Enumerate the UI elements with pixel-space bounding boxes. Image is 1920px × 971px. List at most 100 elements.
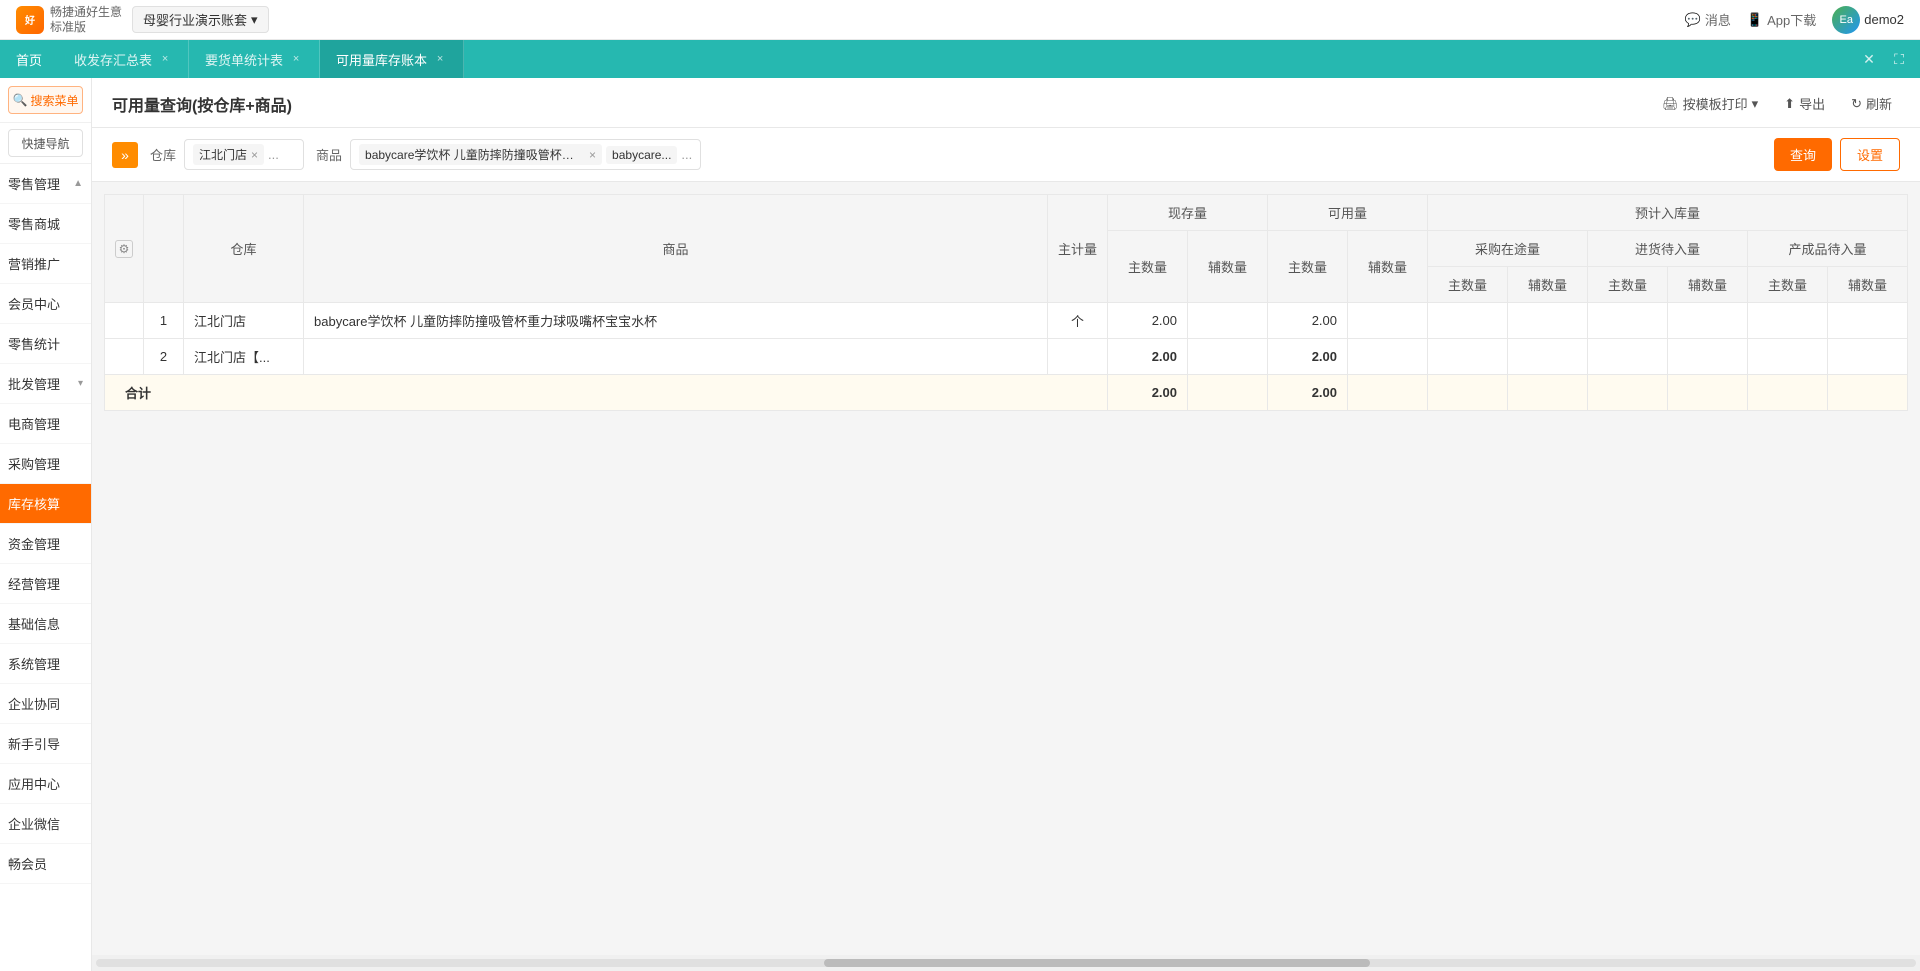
sidebar-item-wholesale[interactable]: 批发管理 ▾ bbox=[0, 364, 91, 404]
remove-warehouse-tag[interactable]: × bbox=[251, 148, 258, 162]
filter-toggle-button[interactable]: » bbox=[112, 142, 138, 168]
main-layout: 🔍 搜索菜单 快捷导航 零售管理 ▲ 零售商城 营销推广 会员中心 零售统计 批… bbox=[0, 78, 1920, 971]
close-tab-1[interactable]: × bbox=[158, 52, 172, 66]
tab-1[interactable]: 收发存汇总表 × bbox=[58, 40, 189, 78]
tab-3[interactable]: 可用量库存账本 × bbox=[320, 40, 464, 78]
sidebar-item-member[interactable]: 会员中心 bbox=[0, 284, 91, 324]
th-planned-inbound: 预计入库量 bbox=[1428, 195, 1908, 231]
row-2-production-aux bbox=[1828, 339, 1908, 375]
tab-2[interactable]: 要货单统计表 × bbox=[189, 40, 320, 78]
sidebar-item-inventory[interactable]: 库存核算 bbox=[0, 484, 91, 524]
scroll-thumb[interactable] bbox=[824, 959, 1370, 967]
total-row: 合计 2.00 2.00 bbox=[105, 375, 1908, 411]
th-available-main-qty: 主数量 bbox=[1268, 231, 1348, 303]
sidebar-item-corp-wechat[interactable]: 企业微信 bbox=[0, 804, 91, 844]
org-selector[interactable]: 母婴行业演示账套 ▾ bbox=[132, 6, 269, 33]
total-current-aux bbox=[1188, 375, 1268, 411]
th-settings: ⚙ bbox=[105, 195, 144, 303]
message-icon: 💬 bbox=[1685, 12, 1701, 28]
th-production-incoming: 产成品待入量 bbox=[1748, 231, 1908, 267]
row-2-purchase-transit-aux bbox=[1508, 339, 1588, 375]
th-available: 可用量 bbox=[1268, 195, 1428, 231]
row-1-purchase-in-main bbox=[1588, 303, 1668, 339]
close-tab-3[interactable]: × bbox=[433, 52, 447, 66]
expand-arrow-icon: ▾ bbox=[78, 378, 83, 389]
sidebar-item-zero-retail[interactable]: 零售管理 ▲ bbox=[0, 164, 91, 204]
sidebar-item-zero-mall[interactable]: 零售商城 bbox=[0, 204, 91, 244]
sidebar-item-app-center[interactable]: 应用中心 bbox=[0, 764, 91, 804]
sidebar-item-enterprise[interactable]: 企业协同 bbox=[0, 684, 91, 724]
sidebar-item-finance[interactable]: 资金管理 bbox=[0, 524, 91, 564]
template-print-button[interactable]: 🖨 按模板打印 ▾ bbox=[1654, 90, 1766, 117]
warehouse-input[interactable]: 江北门店 × ... bbox=[184, 139, 304, 170]
row-2-unit bbox=[1047, 339, 1107, 375]
row-1-no: 1 bbox=[144, 303, 184, 339]
refresh-button[interactable]: ↻ 刷新 bbox=[1843, 90, 1900, 117]
total-current-main: 2.00 bbox=[1108, 375, 1188, 411]
table-row: 2 江北门店【... 2.00 2.00 bbox=[105, 339, 1908, 375]
row-1-product: babycare学饮杯 儿童防摔防撞吸管杯重力球吸嘴杯宝宝水杯 bbox=[304, 303, 1048, 339]
th-current-main-qty: 主数量 bbox=[1108, 231, 1188, 303]
export-button[interactable]: ⬆ 导出 bbox=[1776, 90, 1833, 117]
product-input[interactable]: babycare学饮杯 儿童防摔防撞吸管杯重力球吸嘴杯宝宝水杯 × babyca… bbox=[350, 139, 701, 170]
nav-tabs: 首页 收发存汇总表 × 要货单统计表 × 可用量库存账本 × ✕ ⛶ bbox=[0, 40, 1920, 78]
row-1-warehouse: 江北门店 bbox=[184, 303, 304, 339]
tab-home[interactable]: 首页 bbox=[0, 40, 58, 78]
horizontal-scrollbar[interactable] bbox=[92, 955, 1920, 971]
row-2-purchase-transit-main bbox=[1428, 339, 1508, 375]
warehouse-more-button[interactable]: ... bbox=[268, 147, 279, 162]
download-icon: 📱 bbox=[1747, 12, 1763, 28]
content-area: 可用量查询(按仓库+商品) 🖨 按模板打印 ▾ ⬆ 导出 ↻ 刷新 » bbox=[92, 78, 1920, 971]
quick-nav-button[interactable]: 快捷导航 bbox=[8, 129, 83, 157]
row-1-purchase-transit-main bbox=[1428, 303, 1508, 339]
column-settings-icon[interactable]: ⚙ bbox=[115, 240, 133, 258]
close-tab-2[interactable]: × bbox=[289, 52, 303, 66]
row-2-current-aux bbox=[1188, 339, 1268, 375]
sidebar-item-retail-stats[interactable]: 零售统计 bbox=[0, 324, 91, 364]
product-label: 商品 bbox=[316, 145, 342, 164]
filter-actions: 查询 设置 bbox=[1774, 138, 1900, 171]
sidebar-item-ecommerce[interactable]: 电商管理 bbox=[0, 404, 91, 444]
th-purchase-transit-aux: 辅数量 bbox=[1508, 267, 1588, 303]
expand-arrow-icon: ▲ bbox=[73, 178, 83, 189]
sidebar-item-vip[interactable]: 畅会员 bbox=[0, 844, 91, 884]
logo-text: 畅捷通好生意 标准版 bbox=[50, 5, 122, 34]
search-menu-button[interactable]: 🔍 搜索菜单 bbox=[8, 86, 83, 114]
message-button[interactable]: 💬 消息 bbox=[1685, 10, 1731, 29]
row-2-current-main: 2.00 bbox=[1108, 339, 1188, 375]
sidebar-item-marketing[interactable]: 营销推广 bbox=[0, 244, 91, 284]
product-tag-1: babycare学饮杯 儿童防摔防撞吸管杯重力球吸嘴杯宝宝水杯 × bbox=[359, 144, 602, 165]
expand-button[interactable]: ⛶ bbox=[1886, 46, 1912, 72]
sidebar-item-purchase[interactable]: 采购管理 bbox=[0, 444, 91, 484]
top-bar: 好 畅捷通好生意 标准版 母婴行业演示账套 ▾ 💬 消息 📱 App下载 Ea … bbox=[0, 0, 1920, 40]
chevron-down-icon: ▾ bbox=[251, 12, 258, 28]
product-more-button[interactable]: ... bbox=[681, 147, 692, 162]
sidebar-item-system[interactable]: 系统管理 bbox=[0, 644, 91, 684]
user-menu[interactable]: Ea demo2 bbox=[1832, 6, 1904, 34]
row-2-purchase-in-aux bbox=[1668, 339, 1748, 375]
logo-icon: 好 bbox=[16, 6, 44, 34]
sidebar-item-operations[interactable]: 经营管理 bbox=[0, 564, 91, 604]
th-warehouse: 仓库 bbox=[184, 195, 304, 303]
sidebar-item-guide[interactable]: 新手引导 bbox=[0, 724, 91, 764]
page-actions: 🖨 按模板打印 ▾ ⬆ 导出 ↻ 刷新 bbox=[1654, 90, 1900, 117]
query-button[interactable]: 查询 bbox=[1774, 138, 1832, 171]
setting-button[interactable]: 设置 bbox=[1840, 138, 1900, 171]
th-product: 商品 bbox=[304, 195, 1048, 303]
row-1-unit: 个 bbox=[1047, 303, 1107, 339]
th-main-unit: 主计量 bbox=[1047, 195, 1107, 303]
row-2-warehouse: 江北门店【... bbox=[184, 339, 304, 375]
total-purchase-in-main bbox=[1588, 375, 1668, 411]
close-window-button[interactable]: ✕ bbox=[1856, 46, 1882, 72]
row-2-purchase-in-main bbox=[1588, 339, 1668, 375]
nav-tabs-right: ✕ ⛶ bbox=[1856, 46, 1920, 72]
page-header: 可用量查询(按仓库+商品) 🖨 按模板打印 ▾ ⬆ 导出 ↻ 刷新 bbox=[92, 78, 1920, 128]
row-1-settings bbox=[105, 303, 144, 339]
row-2-product bbox=[304, 339, 1048, 375]
sidebar-item-basics[interactable]: 基础信息 bbox=[0, 604, 91, 644]
th-purchase-incoming-aux: 辅数量 bbox=[1668, 267, 1748, 303]
app-download-button[interactable]: 📱 App下载 bbox=[1747, 10, 1816, 29]
remove-product-tag-1[interactable]: × bbox=[589, 148, 596, 162]
th-purchase-transit-main: 主数量 bbox=[1428, 267, 1508, 303]
scroll-track bbox=[96, 959, 1916, 967]
